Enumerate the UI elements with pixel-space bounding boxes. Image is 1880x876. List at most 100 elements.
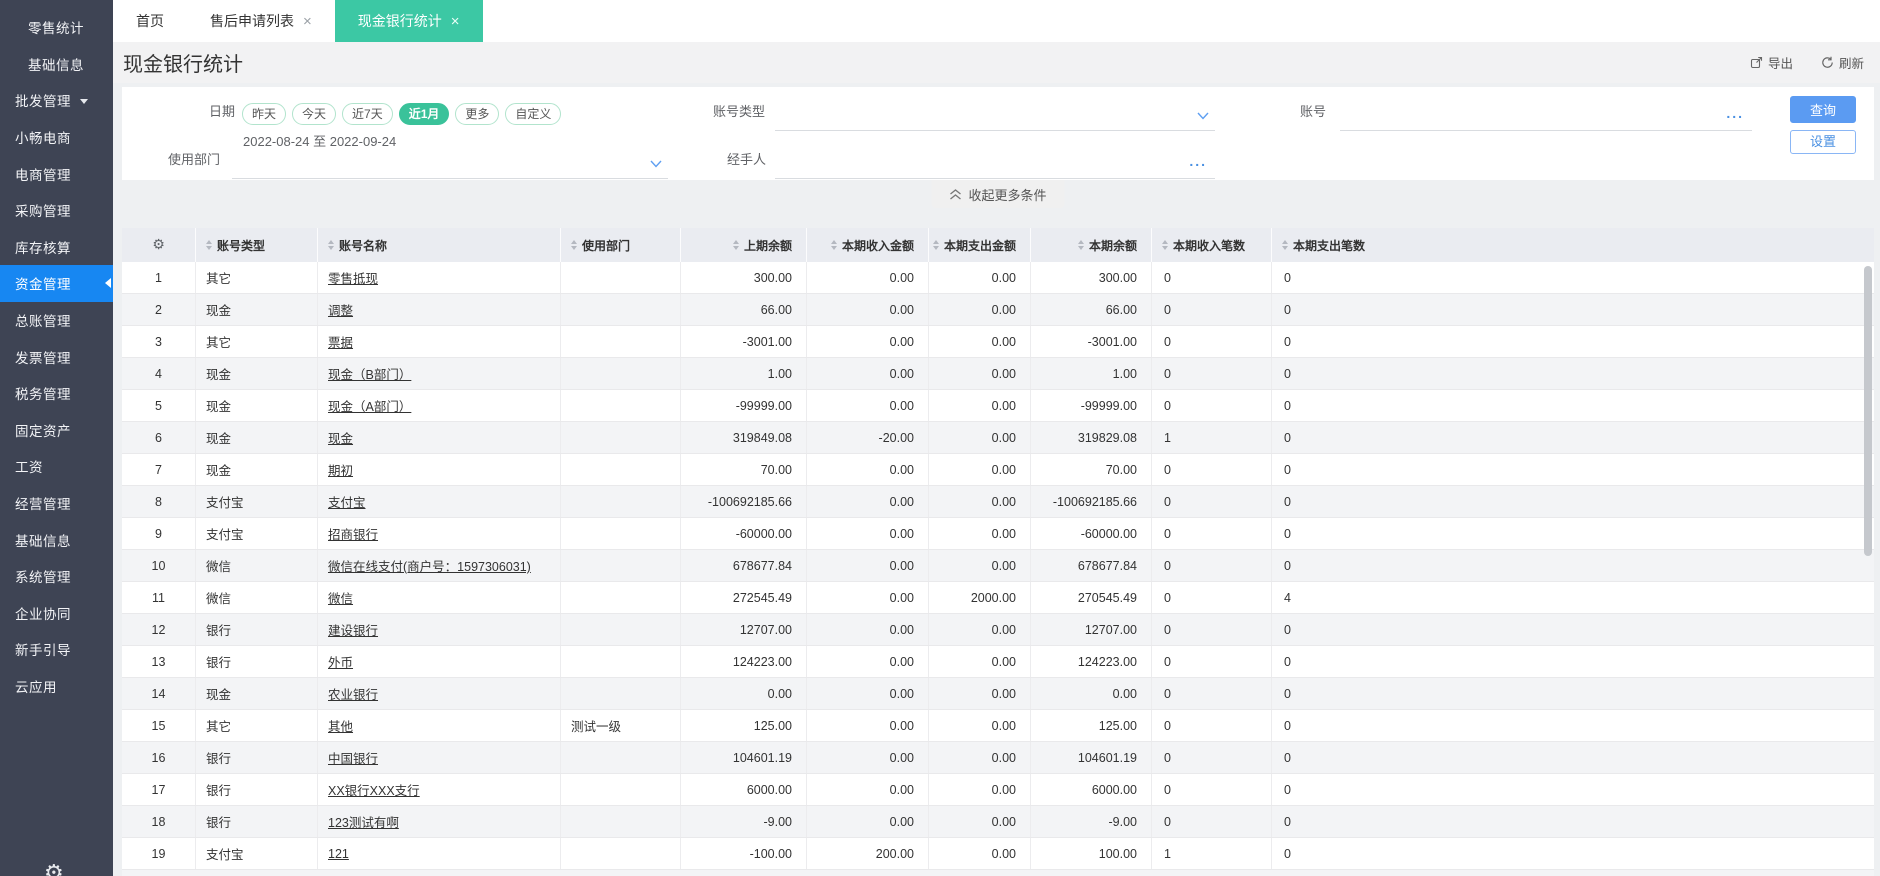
sidebar-item-inventory-accounting[interactable]: 库存核算 xyxy=(0,229,113,266)
cell-expense-amount: 0.00 xyxy=(929,806,1031,837)
date-pill-yesterday[interactable]: 昨天 xyxy=(242,103,287,125)
cell-account-type: 其它 xyxy=(196,710,318,741)
account-name-link[interactable]: 票据 xyxy=(328,332,353,351)
account-name-link[interactable]: 微信在线支付(商户号：1597306031) xyxy=(328,556,531,575)
account-name-link[interactable]: 微信 xyxy=(328,588,353,607)
sidebar-item-wholesale-management[interactable]: 批发管理 xyxy=(0,82,113,119)
account-name-link[interactable]: 招商银行 xyxy=(328,524,378,543)
sidebar-item-purchase-management[interactable]: 采购管理 xyxy=(0,192,113,229)
sidebar-item-funds-management[interactable]: 资金管理 xyxy=(0,265,113,302)
account-name-link[interactable]: XX银行XXX支行 xyxy=(328,780,420,799)
sidebar-item-invoice-management[interactable]: 发票管理 xyxy=(0,338,113,375)
double-chevron-up-icon xyxy=(950,188,961,200)
column-header-expense-count[interactable]: 本期支出笔数 xyxy=(1272,228,1874,262)
settings-button[interactable]: 设置 xyxy=(1790,130,1856,154)
sidebar-item-beginner-guide[interactable]: 新手引导 xyxy=(0,631,113,668)
column-header-income-amount[interactable]: 本期收入金额 xyxy=(807,228,929,262)
sort-icon[interactable] xyxy=(1077,240,1084,250)
column-settings-gear-icon[interactable]: ⚙ xyxy=(152,237,165,253)
cell-closing-balance: 12707.00 xyxy=(1031,614,1152,645)
column-header-account-type[interactable]: 账号类型 xyxy=(196,228,318,262)
sidebar-item-operation-management[interactable]: 经营管理 xyxy=(0,485,113,522)
sort-icon[interactable] xyxy=(571,240,577,250)
column-header-opening-balance[interactable]: 上期余额 xyxy=(681,228,807,262)
sort-icon[interactable] xyxy=(830,240,837,250)
cell-closing-balance: -9.00 xyxy=(1031,806,1152,837)
account-name-link[interactable]: 中国银行 xyxy=(328,748,378,767)
sidebar-item-xiaochang-ecommerce[interactable]: 小畅电商 xyxy=(0,119,113,156)
sidebar-settings-gear-icon[interactable]: ⚙ xyxy=(44,861,64,876)
column-header-account-name[interactable]: 账号名称 xyxy=(318,228,561,262)
account-name-link[interactable]: 农业银行 xyxy=(328,684,378,703)
date-pill-custom[interactable]: 自定义 xyxy=(505,103,562,125)
cell-department xyxy=(561,326,681,357)
date-pill-today[interactable]: 今天 xyxy=(292,103,337,125)
collapse-filters-button[interactable]: 收起更多条件 xyxy=(931,180,1065,208)
sidebar-item-basic-information[interactable]: 基础信息 xyxy=(0,46,113,83)
chevron-down-icon xyxy=(80,98,88,104)
sidebar-item-tax-management[interactable]: 税务管理 xyxy=(0,375,113,412)
vertical-scrollbar-thumb[interactable] xyxy=(1864,266,1872,556)
cell-income-count: 0 xyxy=(1152,710,1272,741)
handler-input[interactable]: ... xyxy=(775,151,1215,179)
cell-expense-count: 0 xyxy=(1284,686,1291,701)
cell-income-count: 0 xyxy=(1152,646,1272,677)
sort-icon[interactable] xyxy=(1162,240,1168,250)
account-name-link[interactable]: 现金 xyxy=(328,428,353,447)
sidebar-item-fixed-assets[interactable]: 固定资产 xyxy=(0,412,113,449)
sort-icon[interactable] xyxy=(328,240,334,250)
column-header-income-count[interactable]: 本期收入笔数 xyxy=(1152,228,1272,262)
column-header-expense-amount[interactable]: 本期支出金额 xyxy=(929,228,1031,262)
sidebar-item-retail-statistics[interactable]: 零售统计 xyxy=(0,9,113,46)
sort-icon[interactable] xyxy=(932,240,939,250)
tab-after-sales-list[interactable]: 售后申请列表 × xyxy=(187,0,335,42)
date-pill-last-7-days[interactable]: 近7天 xyxy=(342,103,393,125)
tab-close-icon[interactable]: × xyxy=(303,14,312,29)
query-button[interactable]: 查询 xyxy=(1790,96,1856,123)
account-name-link[interactable]: 支付宝 xyxy=(328,492,366,511)
sidebar-item-general-ledger[interactable]: 总账管理 xyxy=(0,302,113,339)
ellipsis-picker-icon[interactable]: ... xyxy=(1189,153,1207,169)
sidebar-item-payroll[interactable]: 工资 xyxy=(0,448,113,485)
account-name-link[interactable]: 其他 xyxy=(328,716,353,735)
account-input[interactable]: ... xyxy=(1340,103,1752,131)
sidebar-item-basic-information-2[interactable]: 基础信息 xyxy=(0,521,113,558)
sort-icon[interactable] xyxy=(206,240,212,250)
cell-row-settings: 17 xyxy=(122,774,196,805)
account-name-link[interactable]: 现金（A部门） xyxy=(328,396,411,415)
tab-home[interactable]: 首页 xyxy=(113,0,187,42)
department-select[interactable] xyxy=(232,151,668,179)
ellipsis-picker-icon[interactable]: ... xyxy=(1726,105,1744,121)
cell-row-settings: 5 xyxy=(122,390,196,421)
sidebar-item-enterprise-collaboration[interactable]: 企业协同 xyxy=(0,595,113,632)
column-header-row-settings[interactable]: ⚙ xyxy=(122,228,196,262)
date-pill-last-1-month[interactable]: 近1月 xyxy=(398,103,450,125)
sidebar-item-label: 小畅电商 xyxy=(15,131,71,147)
cell-closing-balance: -60000.00 xyxy=(1031,518,1152,549)
account-name-link[interactable]: 121 xyxy=(328,847,349,861)
sidebar-item-cloud-apps[interactable]: 云应用 xyxy=(0,668,113,705)
tab-close-icon[interactable]: × xyxy=(451,14,460,29)
account-name-link[interactable]: 123测试有啊 xyxy=(328,812,399,831)
date-pill-more[interactable]: 更多 xyxy=(455,103,500,125)
sidebar-item-ecommerce-management[interactable]: 电商管理 xyxy=(0,155,113,192)
sidebar-item-system-management[interactable]: 系统管理 xyxy=(0,558,113,595)
refresh-button[interactable]: 刷新 xyxy=(1821,53,1864,72)
account-type-select[interactable] xyxy=(775,103,1215,131)
cell-expense-count: 0 xyxy=(1284,782,1291,797)
cell-department: 测试一级 xyxy=(561,710,681,741)
account-name-link[interactable]: 期初 xyxy=(328,460,353,479)
cell-expense-count: 0 xyxy=(1284,270,1291,285)
account-name-link[interactable]: 调整 xyxy=(328,300,353,319)
sort-icon[interactable] xyxy=(732,240,739,250)
tab-cash-bank-statistics[interactable]: 现金银行统计 × xyxy=(334,0,483,42)
account-name-link[interactable]: 现金（B部门） xyxy=(328,364,411,383)
cell-income-count: 0 xyxy=(1152,294,1272,325)
column-header-department[interactable]: 使用部门 xyxy=(561,228,681,262)
export-button[interactable]: 导出 xyxy=(1750,53,1793,72)
sort-icon[interactable] xyxy=(1282,240,1288,250)
account-name-link[interactable]: 零售抵现 xyxy=(328,268,378,287)
account-name-link[interactable]: 建设银行 xyxy=(328,620,378,639)
account-name-link[interactable]: 外币 xyxy=(328,652,353,671)
column-header-closing-balance[interactable]: 本期余额 xyxy=(1031,228,1152,262)
